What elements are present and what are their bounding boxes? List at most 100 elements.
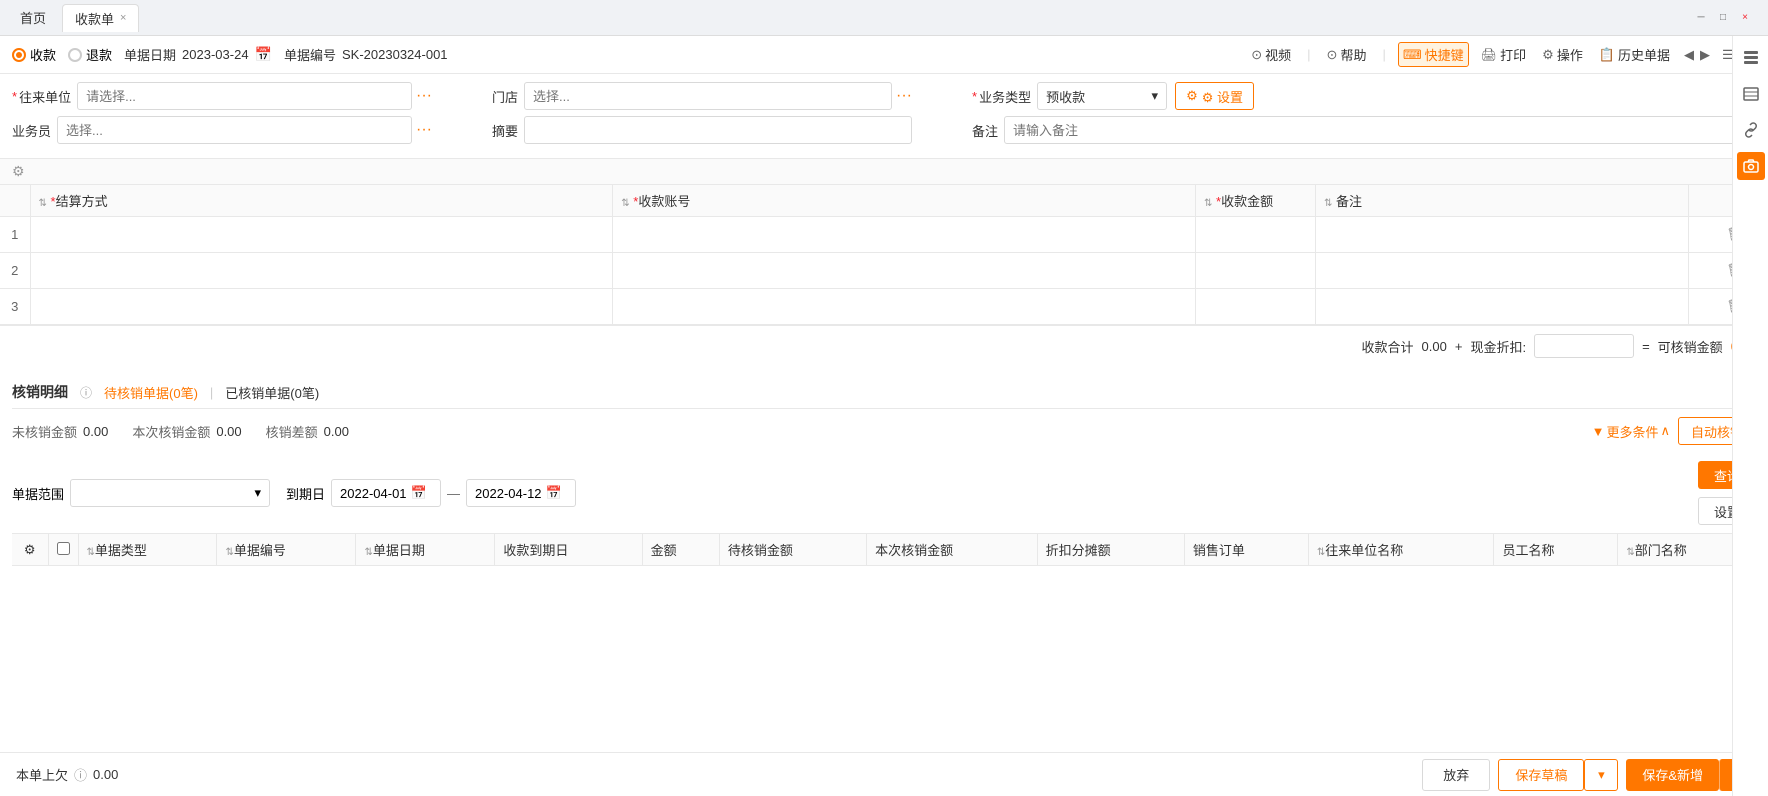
table-toolbar: ⚙ — [0, 159, 1768, 185]
diff-label: 核销差额 — [266, 422, 318, 441]
more-conditions-label: 更多条件 — [1606, 422, 1658, 441]
tab-home-label: 首页 — [20, 8, 46, 27]
row-settlement-1[interactable] — [30, 217, 613, 253]
bt-gear-cell[interactable]: ⚙ — [12, 534, 48, 566]
next-arrow[interactable]: ▶ — [1698, 45, 1712, 65]
history-button[interactable]: 📋 历史单据 — [1595, 43, 1674, 66]
done-tab[interactable]: 已核销单据(0笔) — [225, 383, 319, 402]
th-account-label: 收款账号 — [638, 194, 690, 209]
range-select[interactable]: ▾ — [70, 479, 270, 507]
partner-required: * — [12, 89, 17, 104]
print-label: 打印 — [1500, 45, 1526, 64]
diff-stat: 核销差额 0.00 — [266, 422, 349, 441]
range-field: 单据范围 ▾ — [12, 479, 270, 507]
operation-icon: ⚙ — [1542, 47, 1554, 63]
select-all-checkbox[interactable] — [57, 542, 70, 555]
remark-input[interactable] — [1004, 116, 1756, 144]
staff-input[interactable] — [57, 116, 412, 144]
close-button[interactable]: × — [1738, 11, 1752, 25]
sep2: | — [1382, 47, 1385, 62]
sidebar-list-icon[interactable] — [1737, 80, 1765, 108]
pending-tab[interactable]: 待核销单据(0笔) — [104, 383, 198, 402]
save-new-button[interactable]: 保存&新增 — [1626, 759, 1719, 791]
settings-button[interactable]: ⚙ ⚙ 设置 — [1175, 82, 1254, 110]
tab-receipt[interactable]: 收款单 × — [62, 4, 139, 32]
discount-input[interactable] — [1534, 334, 1634, 358]
chevron-up-icon: ∧ — [1660, 423, 1670, 439]
partner-input[interactable] — [77, 82, 412, 110]
sidebar-link-icon[interactable] — [1737, 116, 1765, 144]
save-draft-arrow[interactable]: ▾ — [1584, 759, 1618, 791]
prev-arrow[interactable]: ◀ — [1682, 45, 1696, 65]
date-to-input[interactable]: 2022-04-12 📅 — [466, 479, 576, 507]
help-icon: ⊙ — [1327, 47, 1338, 63]
writeoff-info-icon[interactable]: ⓘ — [80, 384, 92, 401]
row-remark-3[interactable] — [1316, 289, 1689, 325]
this-order-label: 本单上欠 — [16, 765, 68, 784]
info-circle-icon: ⓘ — [74, 765, 87, 784]
range-chevron-icon: ▾ — [254, 485, 261, 501]
business-type-value: 预收款 — [1046, 87, 1085, 106]
bt-th-type: ⇅单据类型 — [78, 534, 217, 566]
row-account-3[interactable] — [613, 289, 1196, 325]
table-row: 1 🗑 ⧉ — [0, 217, 1768, 253]
sort-icon-dept: ⇅ — [1626, 547, 1634, 558]
row-settlement-2[interactable] — [30, 253, 613, 289]
print-button[interactable]: 🖨 打印 — [1477, 43, 1531, 66]
save-draft-button[interactable]: 保存草稿 — [1498, 759, 1584, 791]
partner-field: * 往来单位 ··· — [12, 82, 432, 110]
partner-more-icon[interactable]: ··· — [416, 88, 432, 104]
tab-close-icon[interactable]: × — [120, 12, 126, 24]
gear-icon: ⚙ — [1186, 88, 1198, 104]
staff-more-icon[interactable]: ··· — [416, 122, 432, 138]
video-icon: ⊙ — [1251, 47, 1262, 63]
date-field: 单据日期 2023-03-24 📅 — [124, 45, 272, 64]
row-remark-1[interactable] — [1316, 217, 1689, 253]
bottom-table-wrapper: ⚙ ⇅单据类型 ⇅单据编号 ⇅单据日期 收款到期日 — [12, 534, 1756, 566]
store-more-icon[interactable]: ··· — [896, 88, 912, 104]
maximize-button[interactable]: □ — [1716, 11, 1730, 25]
date-calendar-icon[interactable]: 📅 — [255, 46, 272, 63]
row-remark-2[interactable] — [1316, 253, 1689, 289]
form-row-1: * 往来单位 ··· 门店 ··· * 业务类型 预收款 ▾ — [12, 82, 1756, 110]
date-from-input[interactable]: 2022-04-01 📅 — [331, 479, 441, 507]
table-settings-icon[interactable]: ⚙ — [12, 163, 25, 180]
number-label: 单据编号 — [284, 45, 336, 64]
help-button[interactable]: ⊙ 帮助 — [1323, 43, 1371, 66]
writeoff-table: ⚙ ⇅单据类型 ⇅单据编号 ⇅单据日期 收款到期日 — [12, 534, 1756, 566]
remark-label: 备注 — [972, 121, 998, 140]
discard-button[interactable]: 放弃 — [1422, 759, 1490, 791]
sidebar-table-icon[interactable] — [1737, 44, 1765, 72]
row-account-2[interactable] — [613, 253, 1196, 289]
row-amount-3[interactable] — [1196, 289, 1316, 325]
row-settlement-3[interactable] — [30, 289, 613, 325]
video-button[interactable]: ⊙ 视频 — [1247, 43, 1295, 66]
operation-button[interactable]: ⚙ 操作 — [1538, 43, 1587, 66]
form-row-2: 业务员 ··· 摘要 备注 — [12, 116, 1756, 144]
bt-th-pending: 待核销金额 — [719, 534, 866, 566]
row-account-1[interactable] — [613, 217, 1196, 253]
store-input[interactable] — [524, 82, 892, 110]
footer-right: 放弃 保存草稿 ▾ 保存&新增 ▾ — [1422, 759, 1752, 791]
toolbar: 收款 退款 单据日期 2023-03-24 📅 单据编号 SK-20230324… — [0, 36, 1768, 74]
shortcut-button[interactable]: ⌨ 快捷键 — [1398, 42, 1469, 67]
history-label: 历史单据 — [1618, 45, 1670, 64]
row-amount-1[interactable] — [1196, 217, 1316, 253]
refund-radio[interactable]: 退款 — [68, 45, 112, 64]
more-conditions-button[interactable]: ▼ 更多条件 ∧ — [1592, 422, 1670, 441]
date-label: 单据日期 — [124, 45, 176, 64]
summary-input[interactable] — [524, 116, 912, 144]
minimize-button[interactable]: ─ — [1694, 11, 1708, 25]
business-type-select[interactable]: 预收款 ▾ — [1037, 82, 1167, 110]
receipt-radio[interactable]: 收款 — [12, 45, 56, 64]
bt-th-salesorder: 销售订单 — [1184, 534, 1308, 566]
calendar-to-icon: 📅 — [546, 485, 562, 501]
row-amount-2[interactable] — [1196, 253, 1316, 289]
footer-info: 本单上欠 ⓘ 0.00 — [16, 765, 118, 784]
bt-th-staff: 员工名称 — [1494, 534, 1618, 566]
bt-th-partner: ⇅往来单位名称 — [1308, 534, 1494, 566]
tab-home[interactable]: 首页 — [8, 4, 58, 32]
partner-label: 往来单位 — [19, 87, 71, 106]
bt-checkbox-cell — [48, 534, 78, 566]
sidebar-camera-icon[interactable] — [1737, 152, 1765, 180]
